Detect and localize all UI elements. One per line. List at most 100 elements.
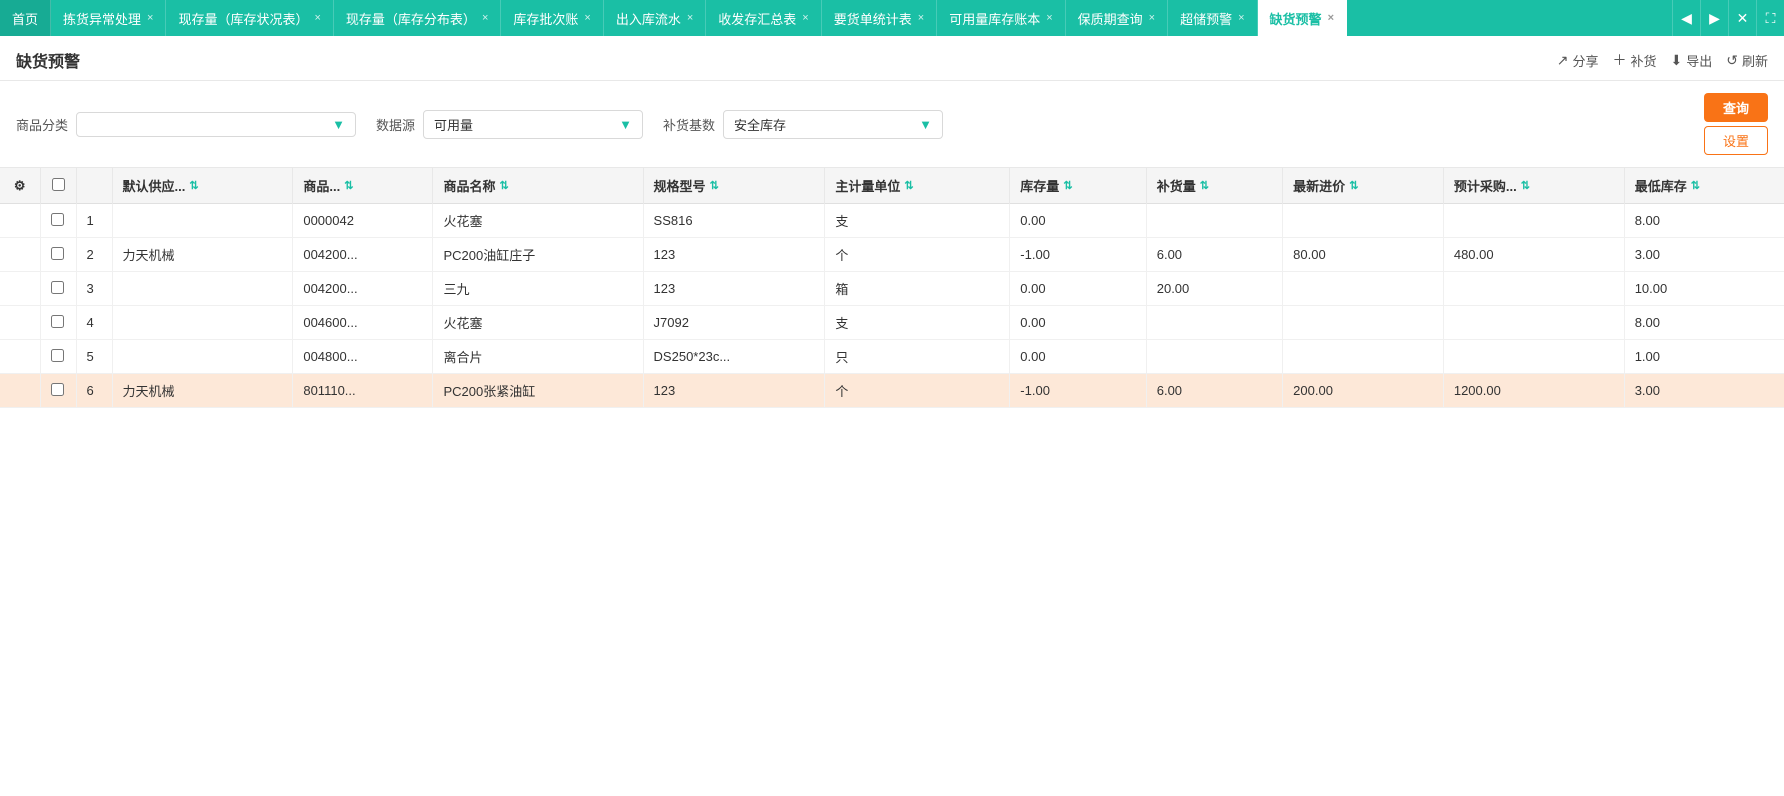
restock-label: 补货基数 — [663, 115, 715, 134]
td-stock: 0.00 — [1010, 306, 1146, 340]
th-restock-qty[interactable]: 补货量⇅ — [1146, 168, 1282, 204]
td-index: 3 — [76, 272, 112, 306]
td-product-name: PC200油缸庄子 — [433, 238, 643, 272]
row-checkbox[interactable] — [51, 281, 64, 294]
supplier-sort-icon: ⇅ — [189, 179, 198, 192]
tab-inout-flow[interactable]: 出入库流水 × — [604, 0, 706, 36]
td-supplier — [112, 306, 293, 340]
th-est-purchase[interactable]: 预计采购...⇅ — [1443, 168, 1624, 204]
th-unit[interactable]: 主计量单位⇅ — [825, 168, 1010, 204]
td-min-stock: 3.00 — [1624, 238, 1784, 272]
restock-value: 安全库存 — [734, 115, 786, 134]
td-restock-qty — [1146, 306, 1282, 340]
table-row[interactable]: 10000042火花塞SS816支0.008.00 — [0, 204, 1784, 238]
tab-close-overstock[interactable]: × — [1238, 12, 1244, 24]
td-stock: 0.00 — [1010, 340, 1146, 374]
table-row[interactable]: 2力天机械004200...PC200油缸庄子123个-1.006.0080.0… — [0, 238, 1784, 272]
tab-stock-dist[interactable]: 现存量（库存分布表）× — [334, 0, 501, 36]
tab-close-inout-flow[interactable]: × — [687, 12, 693, 24]
tab-home[interactable]: 首页 — [0, 0, 51, 36]
tab-stock-batch[interactable]: 库存批次账× — [501, 0, 603, 36]
th-product-code[interactable]: 商品...⇅ — [293, 168, 433, 204]
refresh-button[interactable]: ↺ 刷新 — [1726, 51, 1768, 70]
share-icon: ↗ — [1557, 52, 1569, 69]
share-button[interactable]: ↗ 分享 — [1557, 51, 1599, 70]
export-button[interactable]: ⬇ 导出 — [1671, 51, 1713, 70]
settings-button[interactable]: 设置 — [1704, 126, 1768, 155]
td-checkbox[interactable] — [40, 340, 76, 374]
td-checkbox[interactable] — [40, 374, 76, 408]
td-latest-price — [1283, 340, 1444, 374]
tab-close-abnormal[interactable]: × — [147, 12, 153, 24]
tab-close-recv-total[interactable]: × — [802, 12, 808, 24]
tab-scroll-right[interactable]: ▶ — [1700, 0, 1728, 36]
category-select[interactable]: ▼ — [76, 112, 356, 137]
td-checkbox[interactable] — [40, 272, 76, 306]
tab-order-stat[interactable]: 要货单统计表× — [822, 0, 937, 36]
tab-label-stock-status: 现存量（库存状况表） — [178, 9, 308, 28]
tab-stock-status[interactable]: 现存量（库存状况表） × — [166, 0, 333, 36]
table-row[interactable]: 3004200...三九123箱0.0020.0010.00 — [0, 272, 1784, 306]
tab-close-stock-dist[interactable]: × — [482, 12, 488, 24]
table-row[interactable]: 6力天机械801110...PC200张紧油缸123个-1.006.00200.… — [0, 374, 1784, 408]
tab-avail-ledger[interactable]: 可用量库存账本× — [937, 0, 1065, 36]
th-product-name[interactable]: 商品名称⇅ — [433, 168, 643, 204]
tab-abnormal[interactable]: 拣货异常处理 × — [51, 0, 166, 36]
table-row[interactable]: 5004800...离合片DS250*23c...只0.001.00 — [0, 340, 1784, 374]
tab-recv-total[interactable]: 收发存汇总表 × — [706, 0, 821, 36]
tab-shortage[interactable]: 缺货预警 × — [1258, 0, 1347, 36]
tab-scroll-left[interactable]: ◀ — [1672, 0, 1700, 36]
td-checkbox[interactable] — [40, 306, 76, 340]
tab-close-stock-status[interactable]: × — [314, 12, 320, 24]
td-unit: 箱 — [825, 272, 1010, 306]
table-row[interactable]: 4004600...火花塞J7092支0.008.00 — [0, 306, 1784, 340]
tab-close-avail-ledger[interactable]: × — [1046, 12, 1052, 24]
td-product-code: 004800... — [293, 340, 433, 374]
tab-label-recv-total: 收发存汇总表 — [718, 9, 796, 28]
td-spec: 123 — [643, 272, 825, 306]
row-checkbox[interactable] — [51, 213, 64, 226]
tab-label-inout-flow: 出入库流水 — [616, 9, 681, 28]
tab-label-abnormal: 拣货异常处理 — [63, 9, 141, 28]
td-index: 1 — [76, 204, 112, 238]
td-latest-price: 200.00 — [1283, 374, 1444, 408]
datasource-select[interactable]: 可用量 ▼ — [423, 110, 643, 139]
tab-close-shortage[interactable]: × — [1328, 12, 1334, 24]
tab-overstock[interactable]: 超储预警× — [1168, 0, 1257, 36]
td-checkbox[interactable] — [40, 238, 76, 272]
th-latest-price[interactable]: 最新进价⇅ — [1283, 168, 1444, 204]
query-button[interactable]: 查询 — [1704, 93, 1768, 122]
th-checkbox[interactable] — [40, 168, 76, 204]
tab-close-all[interactable]: ✕ — [1728, 0, 1756, 36]
tab-label-home: 首页 — [12, 9, 38, 28]
td-index: 4 — [76, 306, 112, 340]
tab-expand[interactable]: ⛶ — [1756, 0, 1784, 36]
tab-close-expiry[interactable]: × — [1149, 12, 1155, 24]
td-product-code: 004600... — [293, 306, 433, 340]
row-checkbox[interactable] — [51, 247, 64, 260]
th-settings[interactable]: ⚙ — [0, 168, 40, 204]
th-stock[interactable]: 库存量⇅ — [1010, 168, 1146, 204]
td-checkbox[interactable] — [40, 204, 76, 238]
th-min-stock[interactable]: 最低库存⇅ — [1624, 168, 1784, 204]
tab-expiry[interactable]: 保质期查询× — [1066, 0, 1168, 36]
restock-select[interactable]: 安全库存 ▼ — [723, 110, 943, 139]
tab-close-order-stat[interactable]: × — [918, 12, 924, 24]
td-product-code: 004200... — [293, 238, 433, 272]
td-est-purchase — [1443, 272, 1624, 306]
category-filter-group: 商品分类 ▼ — [16, 112, 356, 137]
row-checkbox[interactable] — [51, 315, 64, 328]
spec-sort-icon: ⇅ — [710, 179, 719, 192]
tab-label-shortage: 缺货预警 — [1270, 9, 1322, 28]
row-checkbox[interactable] — [51, 383, 64, 396]
td-est-purchase — [1443, 340, 1624, 374]
tab-close-stock-batch[interactable]: × — [584, 12, 590, 24]
td-supplier — [112, 272, 293, 306]
th-spec[interactable]: 规格型号⇅ — [643, 168, 825, 204]
th-supplier[interactable]: 默认供应...⇅ — [112, 168, 293, 204]
page-title: 缺货预警 — [16, 48, 80, 72]
select-all-checkbox[interactable] — [52, 178, 65, 191]
row-checkbox[interactable] — [51, 349, 64, 362]
filter-actions: 查询 设置 — [1704, 93, 1768, 155]
restock-button[interactable]: ＋ 补货 — [1612, 50, 1656, 70]
